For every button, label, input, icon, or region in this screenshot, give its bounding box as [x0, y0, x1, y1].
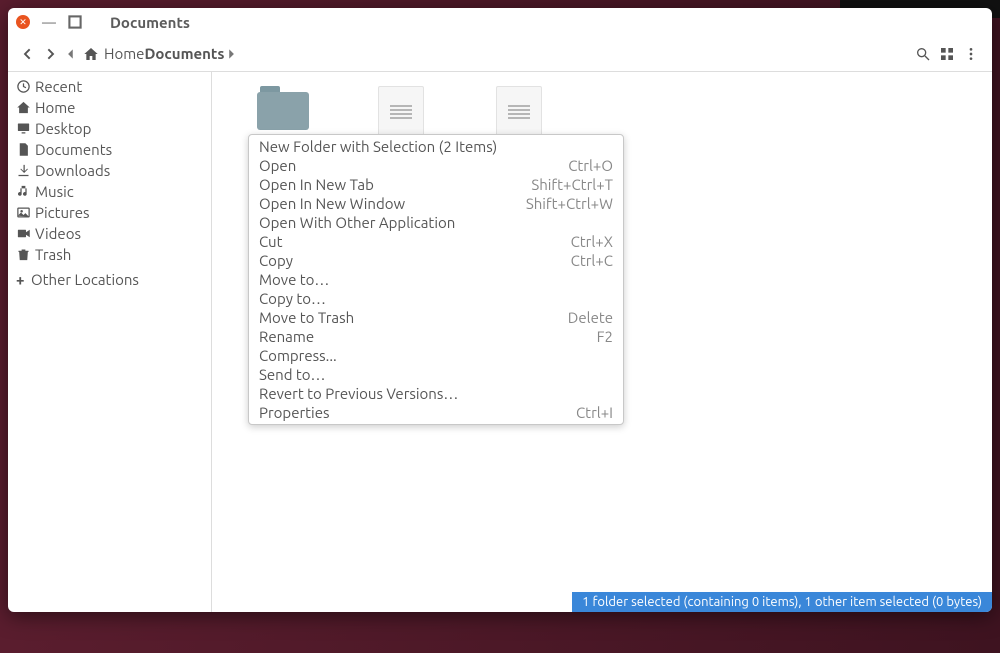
sidebar-item-trash[interactable]: Trash [8, 244, 211, 265]
ctx-move-trash[interactable]: Move to TrashDelete [249, 308, 623, 327]
view-grid-icon[interactable] [936, 43, 958, 65]
sidebar-item-desktop[interactable]: Desktop [8, 118, 211, 139]
context-menu: New Folder with Selection (2 Items) Open… [248, 134, 624, 425]
sidebar-item-label: Home [35, 99, 75, 116]
close-icon[interactable]: ✕ [16, 15, 30, 29]
sidebar-item-other-locations[interactable]: +Other Locations [8, 269, 211, 290]
status-bar: 1 folder selected (containing 0 items), … [572, 592, 992, 612]
ctx-send-to[interactable]: Send to… [249, 365, 623, 384]
sidebar-item-label: Downloads [35, 162, 110, 179]
ctx-copy-to[interactable]: Copy to… [249, 289, 623, 308]
forward-button[interactable] [40, 43, 62, 65]
ctx-copy[interactable]: CopyCtrl+C [249, 251, 623, 270]
minimize-icon[interactable]: — [42, 15, 56, 29]
ctx-move-to[interactable]: Move to… [249, 270, 623, 289]
titlebar: ✕ — Documents [8, 8, 992, 36]
ctx-open-new-tab[interactable]: Open In New TabShift+Ctrl+T [249, 175, 623, 194]
ctx-open-with[interactable]: Open With Other Application [249, 213, 623, 232]
sidebar-item-label: Trash [35, 246, 71, 263]
folder-icon [257, 86, 309, 130]
ctx-properties[interactable]: PropertiesCtrl+I [249, 403, 623, 422]
sidebar-item-label: Music [35, 183, 74, 200]
sidebar-item-downloads[interactable]: Downloads [8, 160, 211, 181]
sidebar: Recent Home Desktop Documents Downloads … [8, 72, 212, 612]
sidebar-item-music[interactable]: Music [8, 181, 211, 202]
back-button[interactable] [16, 43, 38, 65]
window-title: Documents [110, 14, 190, 31]
sidebar-item-label: Documents [35, 141, 112, 158]
ctx-new-folder-selection[interactable]: New Folder with Selection (2 Items) [249, 137, 623, 156]
ctx-rename[interactable]: RenameF2 [249, 327, 623, 346]
path-forward-icon[interactable] [224, 43, 238, 65]
sidebar-item-label: Videos [35, 225, 81, 242]
file-manager-window: ✕ — Documents Home Documents Recent Home… [8, 8, 992, 612]
home-icon[interactable] [80, 43, 102, 65]
sidebar-item-documents[interactable]: Documents [8, 139, 211, 160]
sidebar-item-label: Other Locations [31, 271, 139, 288]
sidebar-item-label: Pictures [35, 204, 90, 221]
search-icon[interactable] [912, 43, 934, 65]
toolbar: Home Documents [8, 36, 992, 72]
menu-icon[interactable] [960, 43, 982, 65]
sidebar-item-home[interactable]: Home [8, 97, 211, 118]
ctx-compress[interactable]: Compress... [249, 346, 623, 365]
path-back-icon[interactable] [64, 43, 78, 65]
document-icon [378, 86, 424, 138]
sidebar-item-pictures[interactable]: Pictures [8, 202, 211, 223]
document-icon [496, 86, 542, 138]
ctx-open[interactable]: OpenCtrl+O [249, 156, 623, 175]
content-area[interactable]: 2daygeek 2g nmon-old New Folder with Sel… [212, 72, 992, 612]
sidebar-item-videos[interactable]: Videos [8, 223, 211, 244]
sidebar-item-label: Desktop [35, 120, 91, 137]
maximize-icon[interactable] [68, 15, 82, 29]
sidebar-item-label: Recent [35, 78, 82, 95]
ctx-revert[interactable]: Revert to Previous Versions… [249, 384, 623, 403]
sidebar-item-recent[interactable]: Recent [8, 76, 211, 97]
ctx-open-new-window[interactable]: Open In New WindowShift+Ctrl+W [249, 194, 623, 213]
ctx-cut[interactable]: CutCtrl+X [249, 232, 623, 251]
path-current[interactable]: Documents [144, 45, 224, 62]
path-home[interactable]: Home [104, 45, 144, 62]
